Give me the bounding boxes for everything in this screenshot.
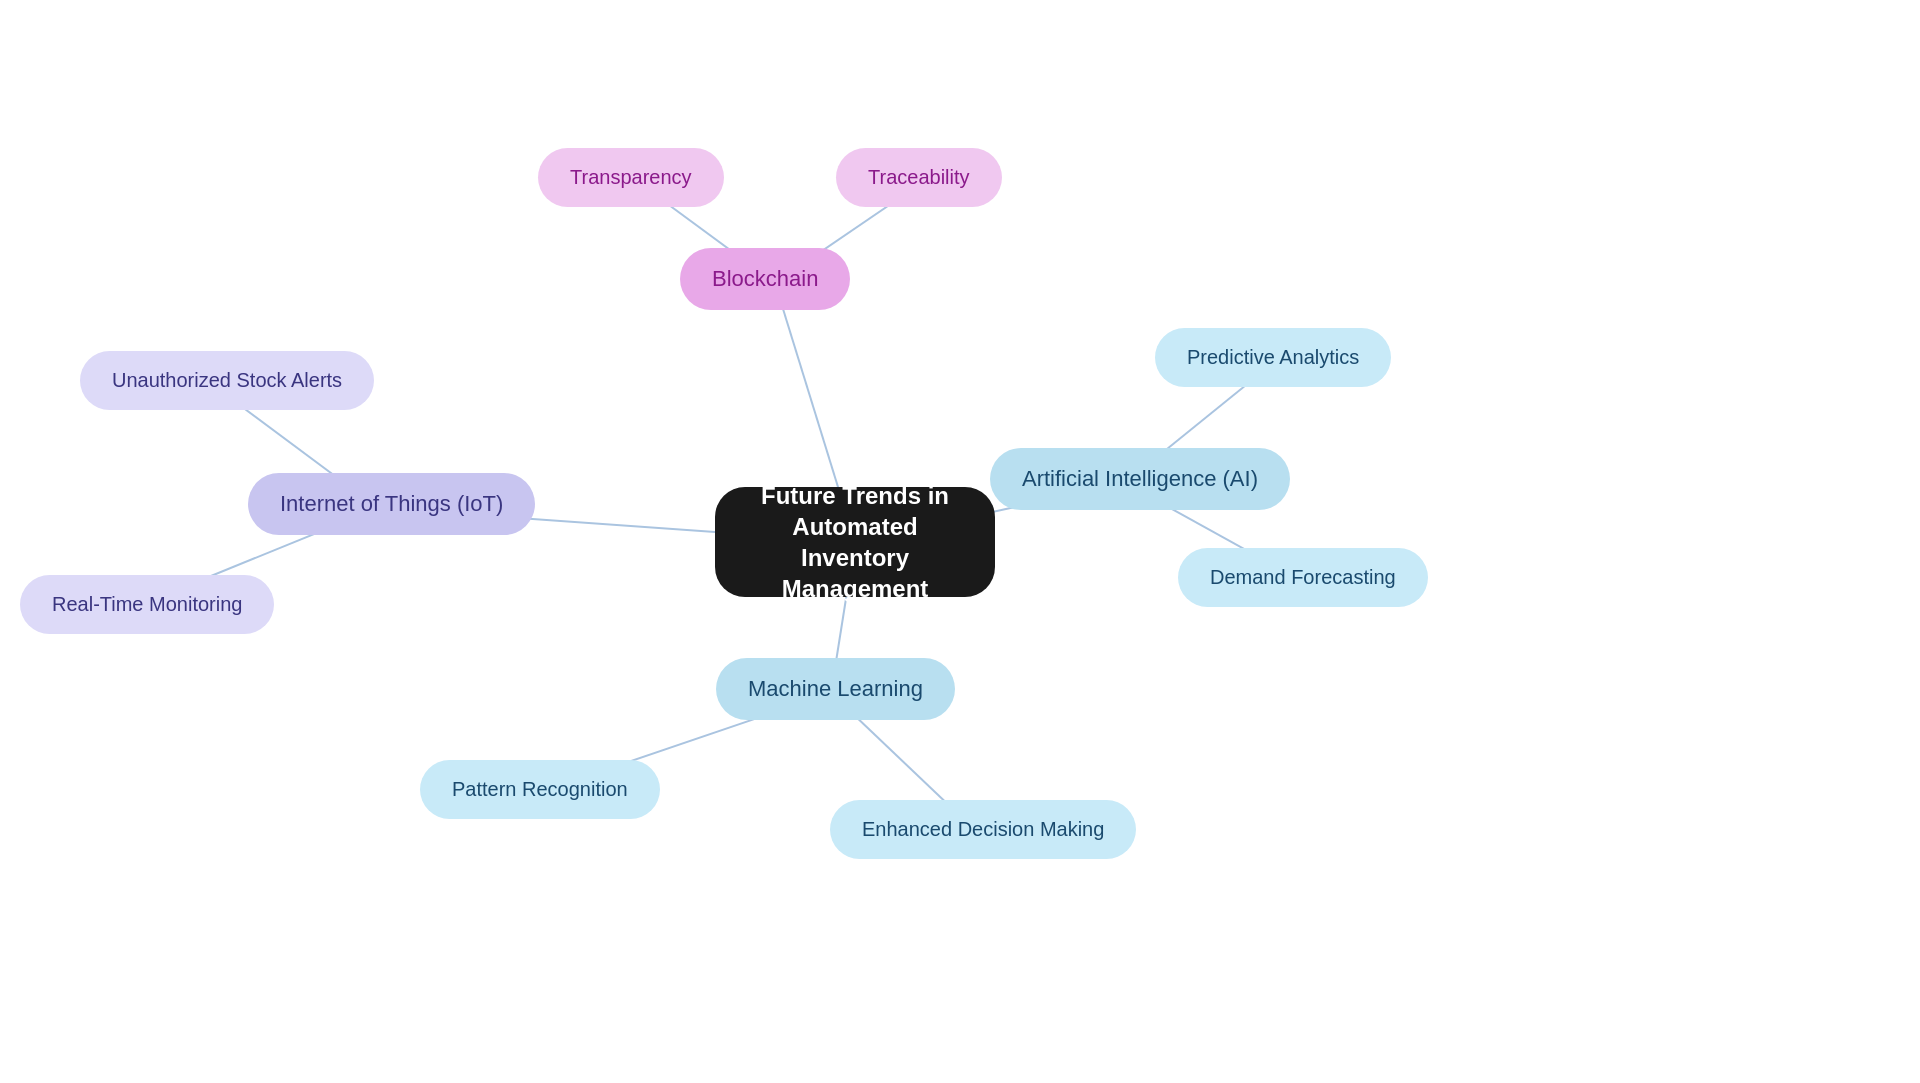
demand-node: Demand Forecasting (1178, 548, 1428, 607)
blockchain-node: Blockchain (680, 248, 850, 310)
enhanced-node: Enhanced Decision Making (830, 800, 1136, 859)
unauthorized-node: Unauthorized Stock Alerts (80, 351, 374, 410)
realtime-node: Real-Time Monitoring (20, 575, 274, 634)
ml-node: Machine Learning (716, 658, 955, 720)
ai-node: Artificial Intelligence (AI) (990, 448, 1290, 510)
iot-node: Internet of Things (IoT) (248, 473, 535, 535)
predictive-node: Predictive Analytics (1155, 328, 1391, 387)
center-node: Future Trends in Automated Inventory Man… (715, 487, 995, 597)
transparency-node: Transparency (538, 148, 724, 207)
traceability-node: Traceability (836, 148, 1002, 207)
pattern-node: Pattern Recognition (420, 760, 660, 819)
